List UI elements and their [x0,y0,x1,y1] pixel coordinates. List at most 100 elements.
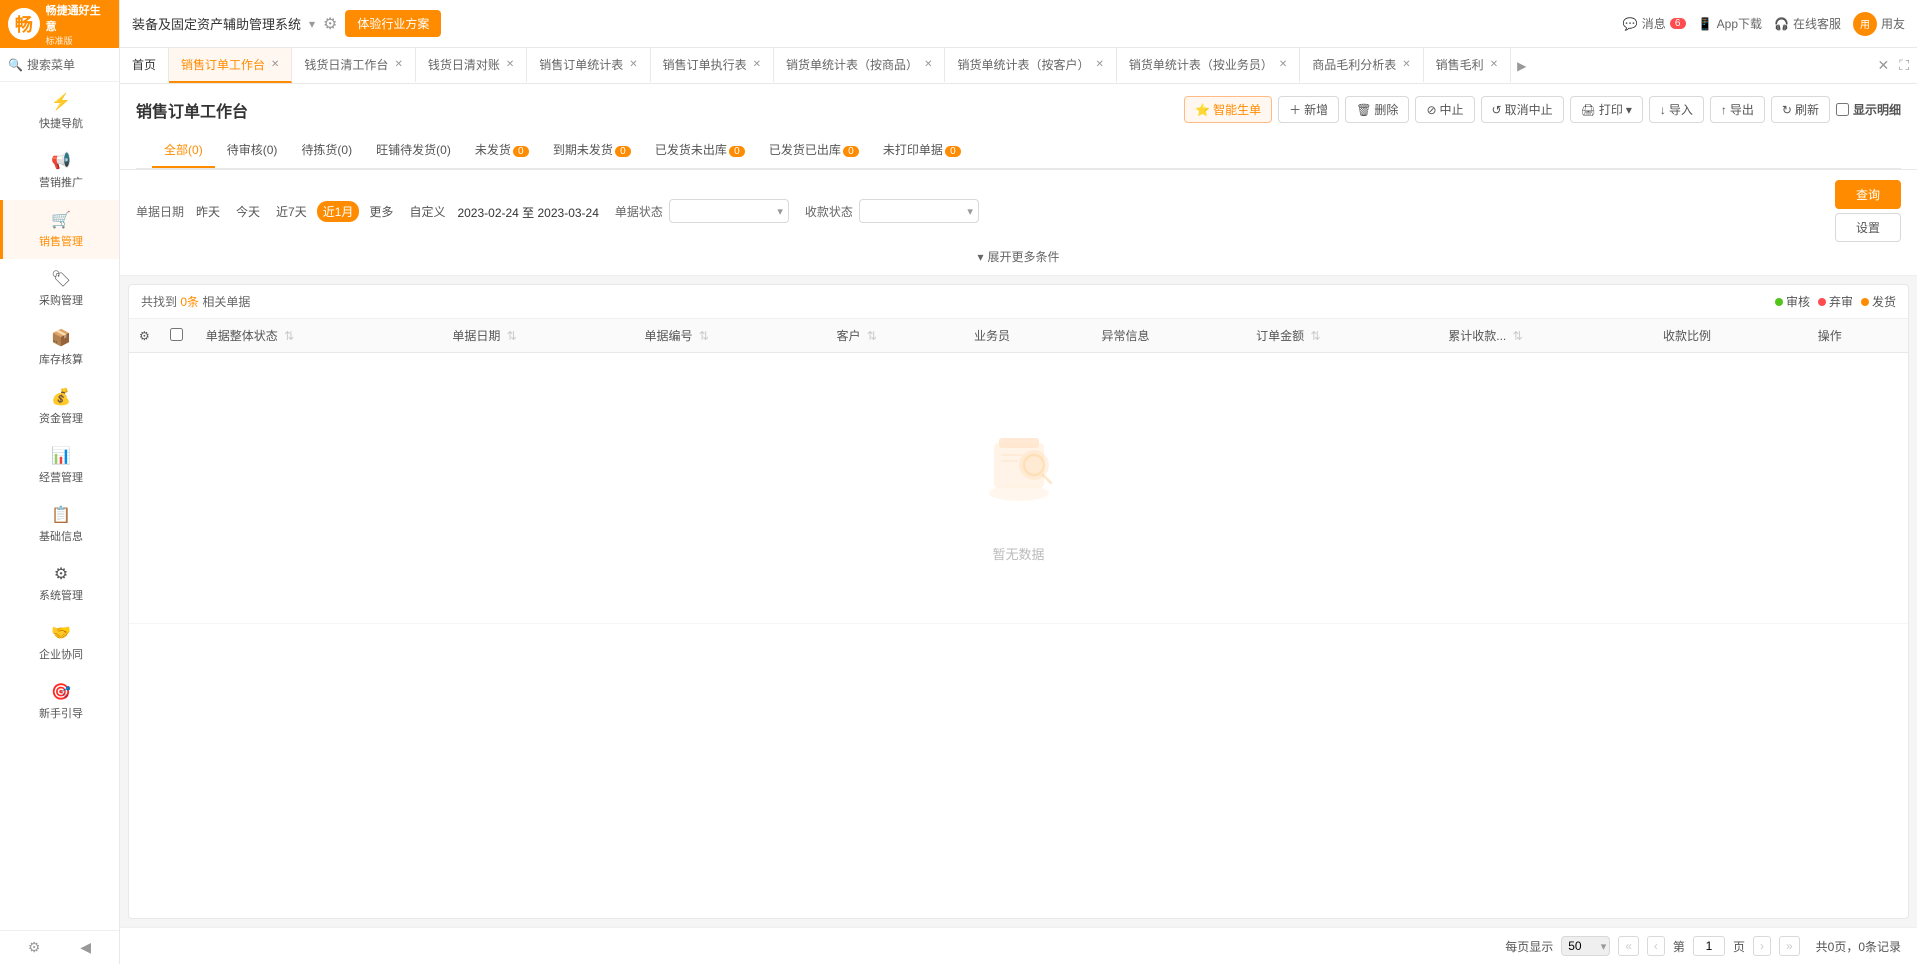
tabbar-more-button[interactable]: ▶ [1511,48,1532,83]
tabbar-close-all-icon[interactable]: ✕ [1873,57,1893,74]
review-action-button[interactable]: 审核 [1775,293,1810,310]
sidebar-item-sales[interactable]: 🛒 销售管理 [0,200,119,259]
subtab-pending-review[interactable]: 待审核(0) [215,133,290,168]
solution-button[interactable]: 体验行业方案 [345,10,441,37]
app-download-button[interactable]: 📱 App下载 [1698,15,1762,32]
tab-cash-reconcile-close[interactable]: ✕ [506,59,514,70]
date-custom[interactable]: 自定义 [403,201,451,222]
query-button[interactable]: 查询 [1835,180,1901,209]
online-service-button[interactable]: 🎧 在线客服 [1774,15,1841,32]
page-input[interactable] [1693,936,1725,956]
horizontal-scrollbar[interactable] [129,624,1908,632]
tab-sales-workbench-label: 销售订单工作台 [181,56,265,73]
tab-cash-daily-close[interactable]: ✕ [394,59,402,70]
subtab-all[interactable]: 全部(0) [152,133,215,168]
date-1month[interactable]: 近1月 [317,201,360,222]
sidebar-item-finance[interactable]: 💰 资金管理 [0,377,119,436]
sort-collected-icon[interactable]: ⇅ [1513,329,1523,343]
tab-cash-reconcile[interactable]: 钱货日清对账 ✕ [416,48,527,83]
date-7days[interactable]: 近7天 [270,201,313,222]
sidebar-item-inventory[interactable]: 📦 库存核算 [0,318,119,377]
page-next-button[interactable]: › [1753,936,1771,956]
delete-button[interactable]: 🗑 删除 [1345,96,1409,123]
sidebar-item-marketing[interactable]: 📢 营销推广 [0,141,119,200]
th-number: 单据编号 ⇅ [634,319,826,353]
topbar-expand-icon[interactable]: ▾ [309,17,315,31]
message-button[interactable]: 💬 消息 6 [1623,15,1686,32]
refresh-button[interactable]: ↻ 刷新 [1771,96,1830,123]
review-dot-icon [1775,298,1783,306]
tab-product-margin-close[interactable]: ✕ [1402,59,1410,70]
tab-sales-profit-close[interactable]: ✕ [1490,59,1498,70]
ship-action-button[interactable]: 发货 [1861,293,1896,310]
tab-cash-daily[interactable]: 钱货日清工作台 ✕ [292,48,415,83]
select-all-checkbox[interactable] [170,328,183,341]
sidebar-item-operations[interactable]: 📊 经营管理 [0,436,119,495]
shipped-not-out-badge: 0 [729,146,745,157]
sidebar-item-basic[interactable]: 📋 基础信息 [0,495,119,554]
subtab-wangpu[interactable]: 旺铺待发货(0) [364,133,463,168]
tab-sales-stats[interactable]: 销售订单统计表 ✕ [527,48,650,83]
sidebar-item-system[interactable]: ⚙ 系统管理 [0,554,119,613]
smart-create-button[interactable]: ⭐ 智能生单 [1184,96,1272,123]
tab-sales-exec[interactable]: 销售订单执行表 ✕ [651,48,774,83]
tab-sales-workbench[interactable]: 销售订单工作台 ✕ [169,48,292,83]
tab-product-margin[interactable]: 商品毛利分析表 ✕ [1300,48,1423,83]
tab-sales-summary-product[interactable]: 销货单统计表（按商品） ✕ [774,48,945,83]
page-last-button[interactable]: » [1779,936,1800,956]
filter-expand-button[interactable]: ▾ 展开更多条件 [977,248,1059,265]
tab-sales-summary-customer[interactable]: 销货单统计表（按客户） ✕ [945,48,1116,83]
export-button[interactable]: ↑ 导出 [1710,96,1765,123]
sidebar-settings-icon[interactable]: ⚙ [28,939,41,956]
filter-status-select[interactable] [669,199,789,223]
page-first-button[interactable]: « [1618,936,1639,956]
tab-sales-stats-close[interactable]: ✕ [629,59,637,70]
settings-button[interactable]: 设置 [1835,213,1901,242]
sort-status-icon[interactable]: ⇅ [284,329,294,343]
sidebar-item-quick-nav[interactable]: ⚡ 快捷导航 [0,82,119,141]
cancel-stop-button[interactable]: ↺ 取消中止 [1481,96,1564,123]
sidebar-item-purchase[interactable]: 🏷 采购管理 [0,259,119,318]
tabbar-fullscreen-icon[interactable]: ⛶ [1895,57,1913,74]
tab-home[interactable]: 首页 [120,48,169,83]
sidebar-item-enterprise[interactable]: 🤝 企业协同 [0,613,119,672]
subtab-overdue-not-shipped[interactable]: 到期未发货0 [541,133,643,168]
show-detail-checkbox[interactable]: 显示明细 [1836,101,1901,118]
tab-sales-summary-staff-close[interactable]: ✕ [1279,59,1287,70]
tab-sales-workbench-close[interactable]: ✕ [271,59,279,70]
sidebar-item-guide[interactable]: 🎯 新手引导 [0,672,119,731]
sort-amount-icon[interactable]: ⇅ [1311,329,1321,343]
page-prev-button[interactable]: ‹ [1647,936,1665,956]
sort-number-icon[interactable]: ⇅ [699,329,709,343]
date-today[interactable]: 今天 [230,201,266,222]
sort-date-icon[interactable]: ⇅ [507,329,517,343]
message-icon: 💬 [1623,17,1638,31]
date-more[interactable]: 更多 [363,201,399,222]
tab-sales-exec-close[interactable]: ✕ [753,59,761,70]
settings-col-icon[interactable]: ⚙ [139,329,150,343]
subtab-shipped-not-out[interactable]: 已发货未出库0 [643,133,757,168]
filter-payment-select[interactable] [859,199,979,223]
search-menu[interactable]: 🔍 搜索菜单 [0,48,119,82]
subtab-shipped-out[interactable]: 已发货已出库0 [757,133,871,168]
show-detail-input[interactable] [1836,103,1849,116]
stop-button[interactable]: ⊘ 中止 [1415,96,1474,123]
print-button[interactable]: 🖨 打印 ▾ [1570,96,1643,123]
add-button[interactable]: ＋ 新增 [1278,96,1339,123]
subtab-not-printed[interactable]: 未打印单据0 [871,133,973,168]
tab-sales-profit[interactable]: 销售毛利 ✕ [1424,48,1511,83]
cancel-review-action-button[interactable]: 弃审 [1818,293,1853,310]
tab-sales-summary-customer-close[interactable]: ✕ [1095,59,1103,70]
user-menu[interactable]: 用 用友 [1853,12,1905,36]
sidebar-collapse-icon[interactable]: ◀ [80,939,91,956]
per-page-select[interactable]: 10 20 50 100 [1561,936,1610,956]
subtab-not-shipped[interactable]: 未发货0 [463,133,541,168]
date-yesterday[interactable]: 昨天 [190,201,226,222]
topbar-settings-icon[interactable]: ⚙ [323,14,337,34]
page-title-row: 销售订单工作台 ⭐ 智能生单 ＋ 新增 🗑 删除 ⊘ [136,96,1901,123]
sort-customer-icon[interactable]: ⇅ [867,329,877,343]
tab-sales-summary-staff[interactable]: 销货单统计表（按业务员） ✕ [1117,48,1300,83]
import-button[interactable]: ↓ 导入 [1649,96,1704,123]
subtab-pending-inspect[interactable]: 待拣货(0) [289,133,364,168]
tab-sales-summary-product-close[interactable]: ✕ [924,59,932,70]
